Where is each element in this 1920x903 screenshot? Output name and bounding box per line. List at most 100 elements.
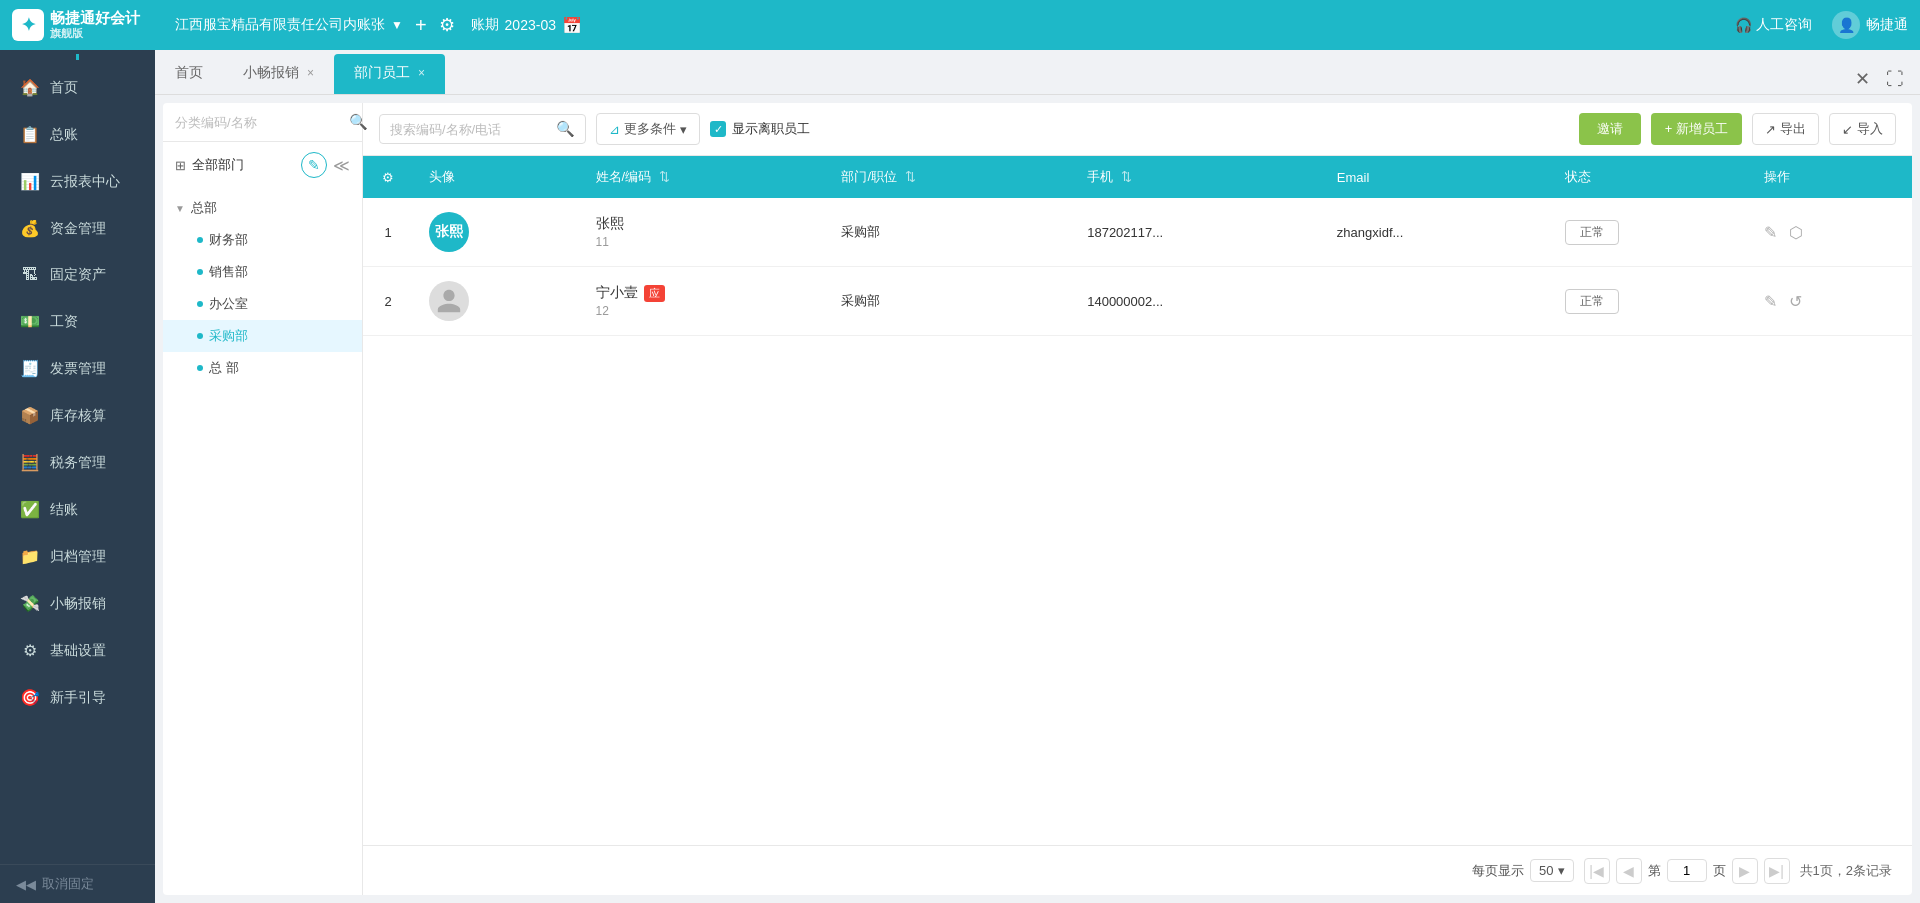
dept-dot — [197, 365, 203, 371]
user-menu[interactable]: 👤 畅捷通 — [1832, 11, 1908, 39]
sidebar-item-payroll[interactable]: 💵 工资 — [0, 298, 155, 345]
add-employee-button[interactable]: + 新增员工 — [1651, 113, 1742, 145]
tab-department-close[interactable]: × — [418, 66, 425, 80]
th-dept[interactable]: 部门/职位 ⇅ — [825, 156, 1071, 198]
sidebar-label-inventory: 库存核算 — [50, 407, 106, 425]
pin-toggle[interactable]: ◀◀ 取消固定 — [0, 864, 155, 903]
inventory-icon: 📦 — [20, 406, 40, 425]
calendar-icon[interactable]: 📅 — [562, 16, 582, 35]
dept-node-caigou[interactable]: 采购部 — [163, 320, 362, 352]
import-button[interactable]: ↙ 导入 — [1829, 113, 1896, 145]
logo-main: 畅捷通好会计 — [50, 9, 140, 27]
first-page-button[interactable]: |◀ — [1584, 858, 1610, 884]
export-button[interactable]: ↗ 导出 — [1752, 113, 1819, 145]
table-row: 1 张熙 张熙 — [363, 198, 1912, 267]
row2-actions: ✎ ↺ — [1748, 267, 1912, 336]
row1-email: zhangxidf... — [1321, 198, 1549, 267]
avatar-icon: 👤 — [1838, 17, 1855, 33]
th-name-code[interactable]: 姓名/编码 ⇅ — [580, 156, 826, 198]
sidebar-item-archive[interactable]: 📁 归档管理 — [0, 533, 155, 580]
th-phone[interactable]: 手机 ⇅ — [1071, 156, 1321, 198]
dept-node-label: 总部 — [191, 199, 217, 217]
page-label: 第 — [1648, 862, 1661, 880]
sidebar-item-inventory[interactable]: 📦 库存核算 — [0, 392, 155, 439]
service-button[interactable]: 🎧 人工咨询 — [1735, 16, 1812, 34]
sidebar-item-expense[interactable]: 💸 小畅报销 — [0, 580, 155, 627]
period-selector[interactable]: 账期 2023-03 📅 — [471, 16, 582, 35]
th-settings[interactable]: ⚙ — [363, 156, 413, 198]
topbar-add-button[interactable]: + — [415, 15, 427, 35]
refresh-icon[interactable]: ↺ — [1789, 292, 1802, 311]
dept-node-zongbu[interactable]: ▼ 总部 — [163, 192, 362, 224]
prev-page-button[interactable]: ◀ — [1616, 858, 1642, 884]
table-settings-icon[interactable]: ⚙ — [382, 170, 394, 185]
tab-close-button[interactable]: ✕ — [1851, 64, 1874, 94]
show-resigned-toggle[interactable]: ✓ 显示离职员工 — [710, 120, 810, 138]
employee-search-input[interactable] — [390, 122, 550, 137]
logo-icon: ✦ — [12, 9, 44, 41]
sidebar-item-invoice[interactable]: 🧾 发票管理 — [0, 345, 155, 392]
page-size-box[interactable]: 50 ▾ — [1530, 859, 1573, 882]
sidebar-item-reports[interactable]: 📊 云报表中心 — [0, 158, 155, 205]
dept-add-button[interactable]: ✎ — [301, 152, 327, 178]
name-code-block: 宁小壹 应 12 — [596, 284, 810, 318]
page-content: 🔍 ⊞ 全部部门 ✎ ≪ ▼ — [163, 103, 1912, 895]
dept-node-label-zongbu2: 总 部 — [209, 359, 239, 377]
company-selector[interactable]: 江西服宝精品有限责任公司内账张 ▼ — [175, 16, 403, 34]
edit-icon[interactable]: ✎ — [1764, 223, 1777, 242]
invoice-icon: 🧾 — [20, 359, 40, 378]
invite-button[interactable]: 邀请 — [1579, 113, 1641, 145]
dept-collapse-button[interactable]: ≪ — [333, 156, 350, 175]
scroll-indicator — [76, 54, 79, 60]
status-badge: 正常 — [1565, 289, 1619, 314]
export-icon: ↗ — [1765, 122, 1776, 137]
filter-dropdown-arrow: ▾ — [680, 122, 687, 137]
sidebar: 🏠 首页 📋 总账 📊 云报表中心 💰 资金管理 🏗 固定资产 💵 工资 🧾 发… — [0, 50, 155, 903]
company-dropdown-arrow[interactable]: ▼ — [391, 18, 403, 32]
funds-icon: 💰 — [20, 219, 40, 238]
tab-expense[interactable]: 小畅报销 × — [223, 54, 334, 94]
search-icon[interactable]: 🔍 — [556, 120, 575, 138]
dept-node-caiwu[interactable]: 财务部 — [163, 224, 362, 256]
filter-button[interactable]: ⊿ 更多条件 ▾ — [596, 113, 700, 145]
tab-home[interactable]: 首页 — [155, 54, 223, 94]
logout-icon[interactable]: ⬡ — [1789, 223, 1803, 242]
row1-status: 正常 — [1549, 198, 1748, 267]
user-label: 畅捷通 — [1866, 16, 1908, 34]
dept-root-text: 全部部门 — [192, 156, 244, 174]
tab-department[interactable]: 部门员工 × — [334, 54, 445, 94]
sidebar-item-close[interactable]: ✅ 结账 — [0, 486, 155, 533]
sidebar-item-home[interactable]: 🏠 首页 — [0, 64, 155, 111]
sidebar-item-funds[interactable]: 💰 资金管理 — [0, 205, 155, 252]
sidebar-item-settings[interactable]: ⚙ 基础设置 — [0, 627, 155, 674]
tab-maximize-button[interactable]: ⛶ — [1882, 65, 1908, 94]
dept-node-xiaoshou[interactable]: 销售部 — [163, 256, 362, 288]
page-number-input[interactable] — [1667, 859, 1707, 882]
show-resigned-checkbox[interactable]: ✓ — [710, 121, 726, 137]
sidebar-item-assets[interactable]: 🏗 固定资产 — [0, 252, 155, 298]
sidebar-label-funds: 资金管理 — [50, 220, 106, 238]
funnel-icon: ⊿ — [609, 122, 620, 137]
last-page-button[interactable]: ▶| — [1764, 858, 1790, 884]
sidebar-item-guide[interactable]: 🎯 新手引导 — [0, 674, 155, 721]
sidebar-item-ledger[interactable]: 📋 总账 — [0, 111, 155, 158]
dept-node-bangongshi[interactable]: 办公室 — [163, 288, 362, 320]
employee-toolbar: 🔍 ⊿ 更多条件 ▾ ✓ 显示离职员工 邀请 — [363, 103, 1912, 156]
logo-text: 畅捷通好会计 旗舰版 — [50, 9, 140, 40]
pagination-bar: 每页显示 50 ▾ |◀ ◀ 第 页 ▶ ▶| — [363, 845, 1912, 895]
action-buttons: ✎ ↺ — [1764, 292, 1896, 311]
edit-icon[interactable]: ✎ — [1764, 292, 1777, 311]
pin-label: 取消固定 — [42, 875, 94, 893]
headset-icon: 🎧 — [1735, 17, 1752, 33]
next-page-button[interactable]: ▶ — [1732, 858, 1758, 884]
dept-node-zongbu2[interactable]: 总 部 — [163, 352, 362, 384]
tab-expense-close[interactable]: × — [307, 66, 314, 80]
row2-index: 2 — [363, 267, 413, 336]
sidebar-label-home: 首页 — [50, 79, 78, 97]
dept-dot — [197, 237, 203, 243]
sidebar-item-tax[interactable]: 🧮 税务管理 — [0, 439, 155, 486]
avatar-text: 张熙 — [435, 223, 463, 241]
dept-search-input[interactable] — [175, 115, 343, 130]
dept-root-label[interactable]: ⊞ 全部部门 — [175, 156, 244, 174]
topbar-settings-icon[interactable]: ⚙ — [439, 14, 455, 36]
